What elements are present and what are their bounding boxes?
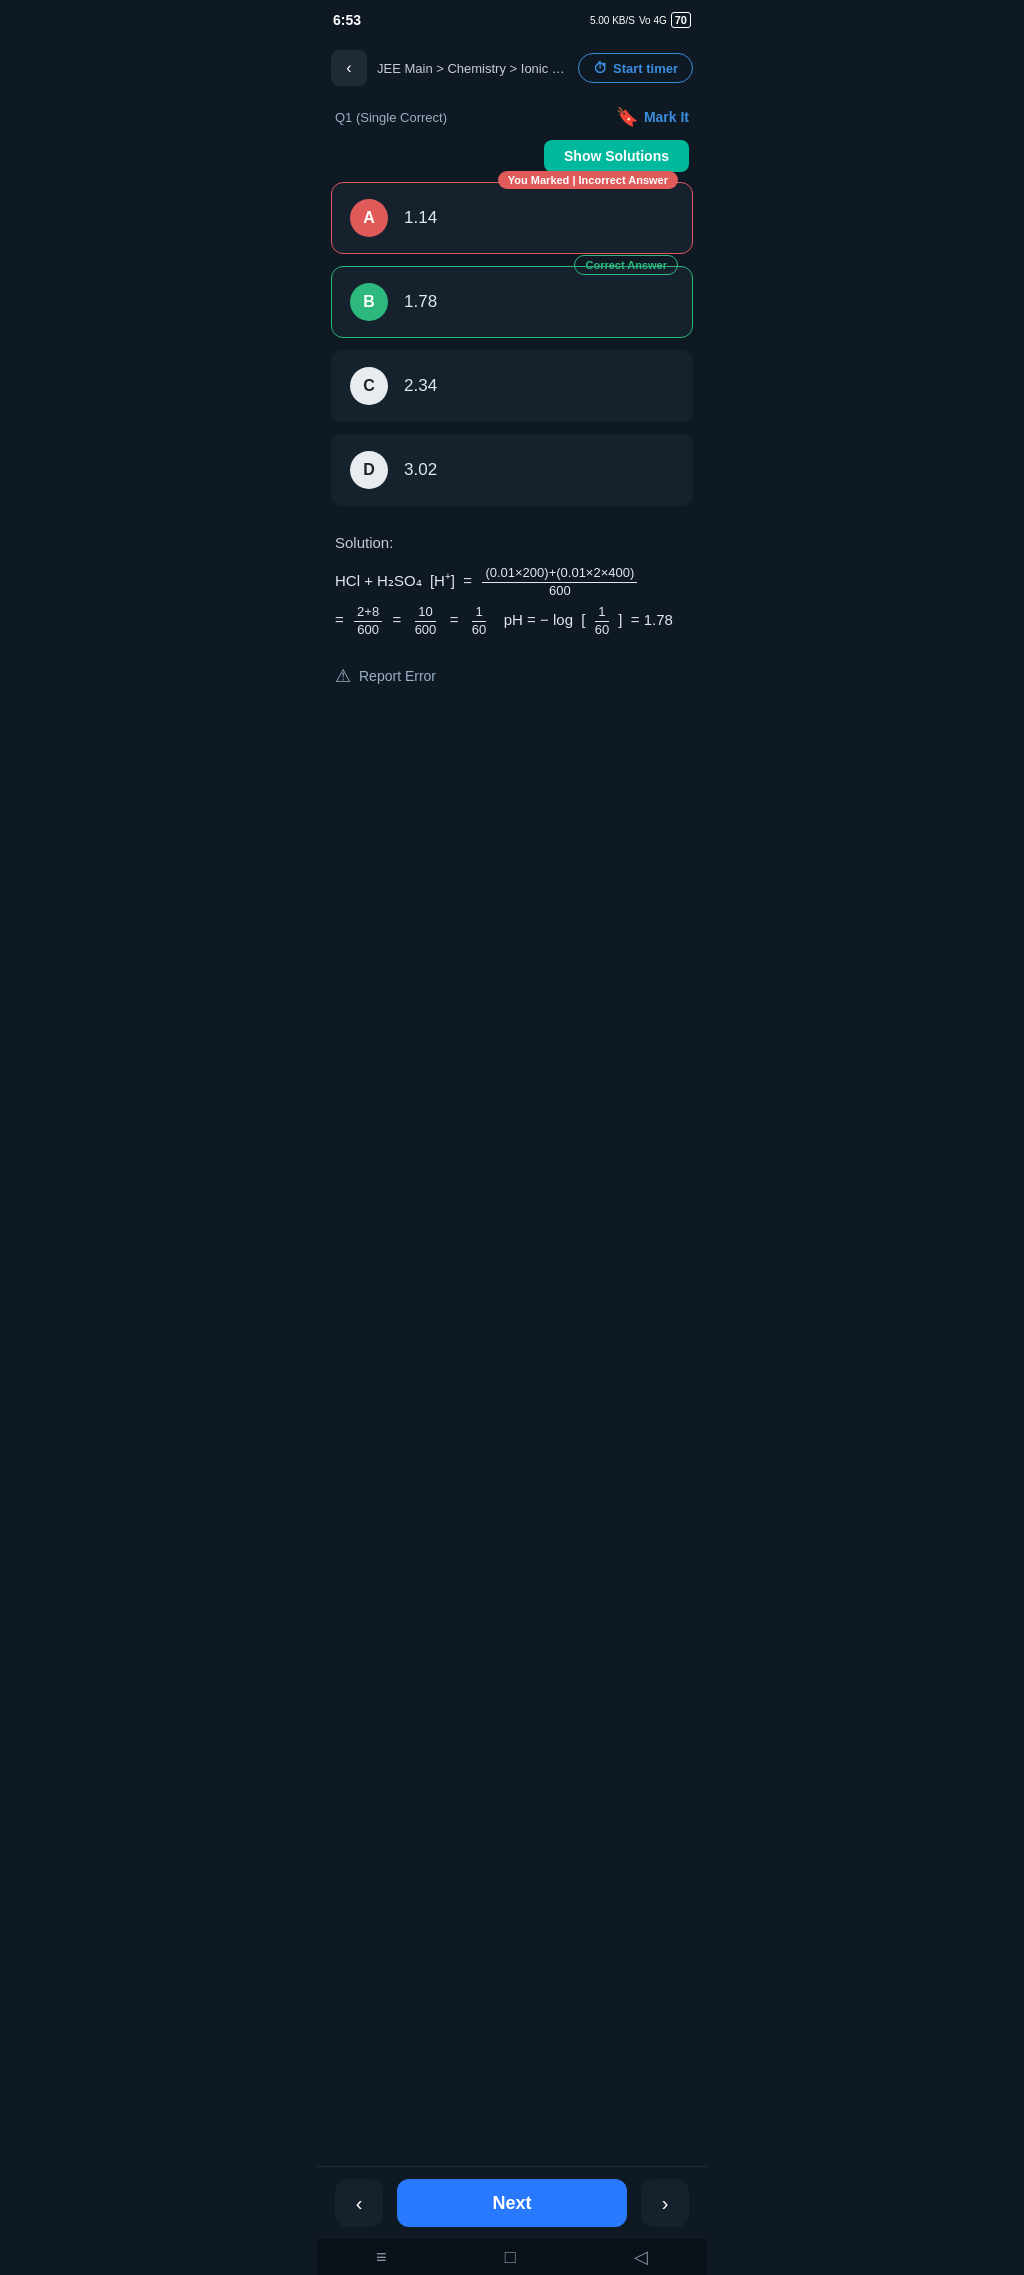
menu-icon[interactable]: ≡	[376, 2247, 387, 2268]
option-b-circle: B	[350, 283, 388, 321]
forward-icon: ›	[662, 2192, 669, 2215]
network-type: Vo 4G	[639, 15, 667, 26]
option-a-card[interactable]: You Marked | Incorrect Answer A 1.14	[331, 182, 693, 254]
nav-bar: ‹ JEE Main > Chemistry > Ionic Equilibri…	[317, 40, 707, 96]
status-time: 6:53	[333, 12, 361, 28]
fraction-4: 1 60	[469, 604, 489, 639]
timer-label: Start timer	[613, 61, 678, 76]
question-label: Q1 (Single Correct)	[335, 110, 447, 125]
status-bar: 6:53 5.00 KB/S Vo 4G 70	[317, 0, 707, 40]
option-c-circle: C	[350, 367, 388, 405]
fraction-5: 1 60	[592, 604, 612, 639]
warning-icon: ⚠	[335, 665, 351, 687]
option-d-circle: D	[350, 451, 388, 489]
fraction-1: (0.01×200)+(0.01×2×400) 600	[482, 565, 637, 600]
option-b-card[interactable]: Correct Answer B 1.78	[331, 266, 693, 338]
fraction-1-den: 600	[546, 583, 574, 600]
frac3-den: 600	[412, 622, 440, 639]
battery-indicator: 70	[671, 12, 691, 28]
show-solutions-button[interactable]: Show Solutions	[544, 140, 689, 172]
frac2-den: 600	[354, 622, 382, 639]
start-timer-button[interactable]: ⏱ Start timer	[578, 53, 693, 83]
home-icon[interactable]: □	[505, 2247, 516, 2268]
bookmark-icon: 🔖	[616, 106, 638, 128]
option-c-value: 2.34	[404, 376, 437, 396]
solution-math: HCl + H₂SO₄ [H+] = (0.01×200)+(0.01×2×40…	[335, 565, 689, 639]
option-a-value: 1.14	[404, 208, 437, 228]
report-error-label: Report Error	[359, 668, 436, 684]
question-header: Q1 (Single Correct) 🔖 Mark It	[317, 96, 707, 134]
back-button[interactable]: ‹	[331, 50, 367, 86]
option-c-card[interactable]: C 2.34	[331, 350, 693, 422]
option-d-value: 3.02	[404, 460, 437, 480]
fraction-2: 2+8 600	[354, 604, 382, 639]
mark-it-button[interactable]: 🔖 Mark It	[616, 106, 689, 128]
status-icons: 5.00 KB/S Vo 4G 70	[590, 12, 691, 28]
incorrect-badge: You Marked | Incorrect Answer	[498, 171, 678, 189]
report-error-button[interactable]: ⚠ Report Error	[317, 653, 707, 707]
mark-it-label: Mark It	[644, 109, 689, 125]
frac4-den: 60	[469, 622, 489, 639]
solution-title: Solution:	[335, 534, 689, 551]
correct-badge: Correct Answer	[574, 255, 678, 275]
system-back-icon[interactable]: ◁	[634, 2246, 648, 2268]
show-solutions-label: Show Solutions	[564, 148, 669, 164]
prev-icon: ‹	[356, 2192, 363, 2215]
breadcrumb: JEE Main > Chemistry > Ionic Equilibriu	[377, 61, 568, 76]
back-icon: ‹	[346, 59, 351, 77]
solution-line1: HCl + H₂SO₄ [H+] = (0.01×200)+(0.01×2×40…	[335, 565, 689, 600]
frac4-num: 1	[472, 604, 485, 622]
next-label: Next	[492, 2193, 531, 2213]
frac3-num: 10	[415, 604, 435, 622]
frac2-num: 2+8	[354, 604, 382, 622]
solution-line2: = 2+8 600 = 10 600 = 1 60 pH = − log [ 1…	[335, 604, 689, 639]
options-container: You Marked | Incorrect Answer A 1.14 Cor…	[317, 182, 707, 506]
prev-button[interactable]: ‹	[335, 2179, 383, 2227]
option-b-value: 1.78	[404, 292, 437, 312]
bottom-navigation: ‹ Next ›	[317, 2166, 707, 2239]
forward-button[interactable]: ›	[641, 2179, 689, 2227]
option-d-card[interactable]: D 3.02	[331, 434, 693, 506]
system-nav-bar: ≡ □ ◁	[317, 2239, 707, 2275]
option-a-circle: A	[350, 199, 388, 237]
fraction-3: 10 600	[412, 604, 440, 639]
next-button[interactable]: Next	[397, 2179, 627, 2227]
solution-section: Solution: HCl + H₂SO₄ [H+] = (0.01×200)+…	[317, 518, 707, 653]
timer-icon: ⏱	[593, 60, 607, 76]
network-speed: 5.00 KB/S	[590, 15, 635, 26]
